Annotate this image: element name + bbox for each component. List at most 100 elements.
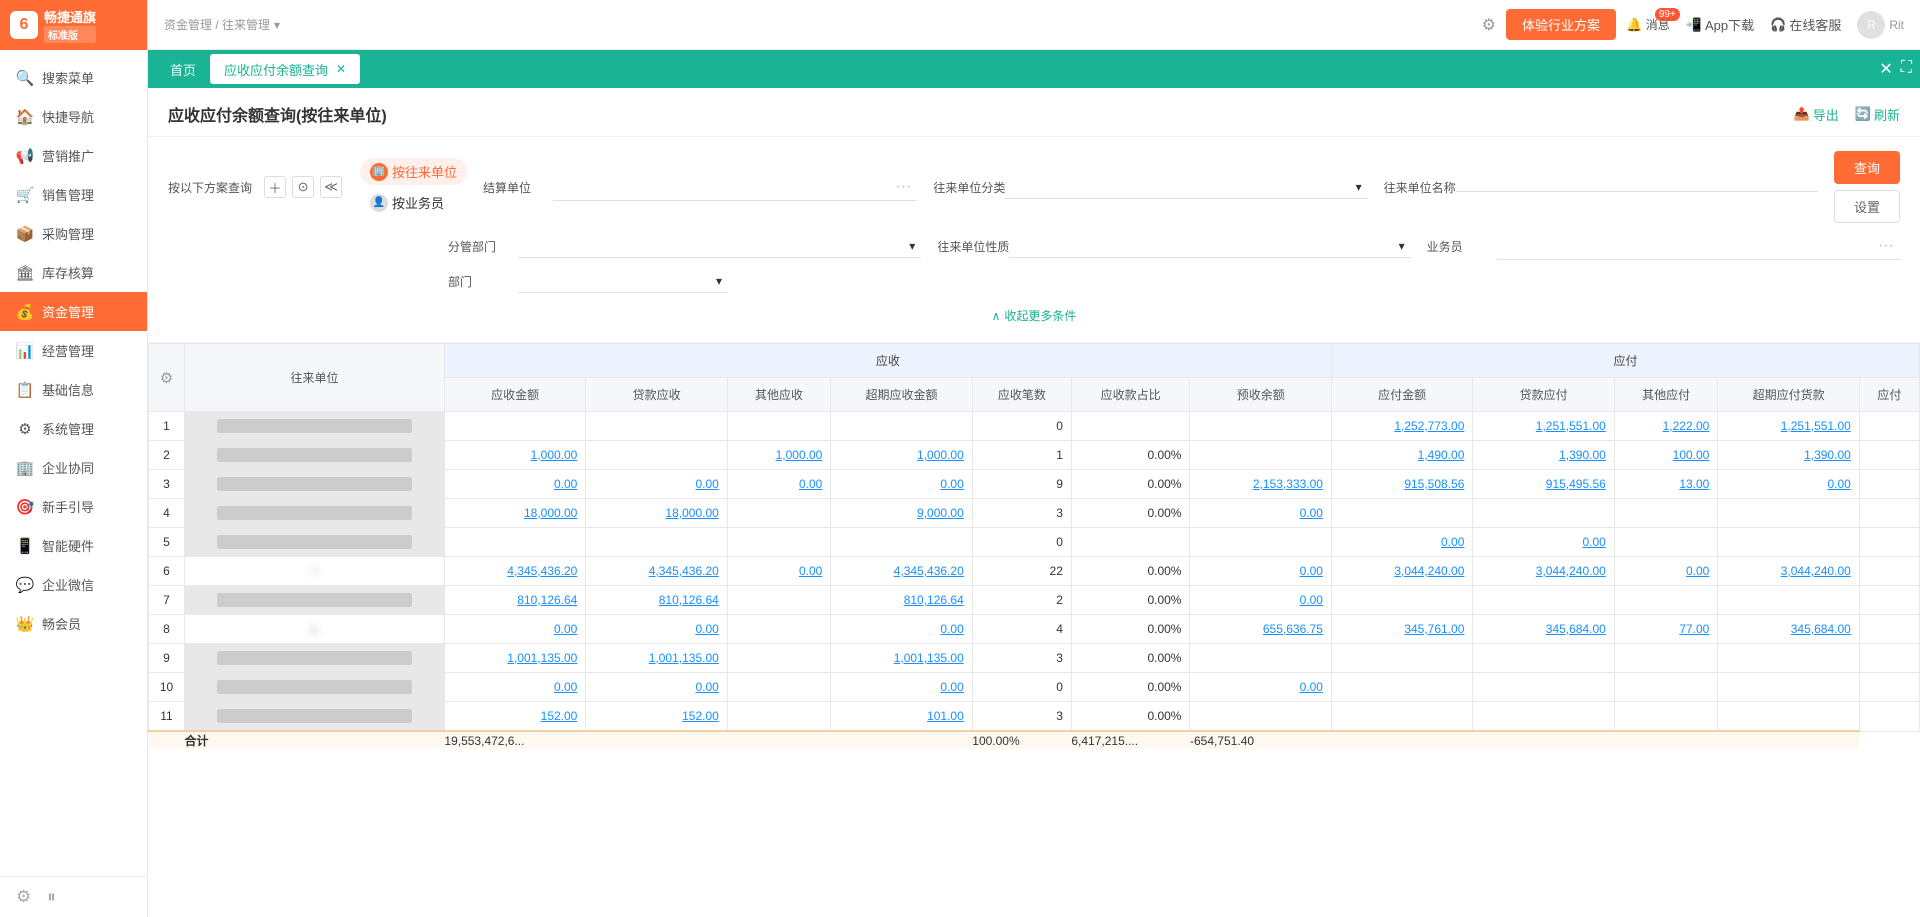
- cell-value[interactable]: 0.00: [1190, 499, 1331, 528]
- cell-value[interactable]: 0.00: [1718, 470, 1859, 499]
- sidebar-item-guide[interactable]: 🎯 新手引导: [0, 487, 147, 526]
- settlement-unit-input[interactable]: ···: [553, 174, 917, 201]
- cell-value[interactable]: 1,251,551.00: [1473, 412, 1614, 441]
- sidebar-item-hardware[interactable]: 📱 智能硬件: [0, 526, 147, 565]
- cell-value[interactable]: 0.00: [831, 615, 972, 644]
- sidebar-item-purchase[interactable]: 📦 采购管理: [0, 214, 147, 253]
- salesman-input[interactable]: ···: [1497, 233, 1900, 260]
- user-avatar[interactable]: R Rit: [1857, 11, 1904, 39]
- cell-value[interactable]: 1,252,773.00: [1331, 412, 1472, 441]
- cell-value[interactable]: 345,761.00: [1331, 615, 1472, 644]
- cell-value[interactable]: 810,126.64: [586, 586, 727, 615]
- cell-value[interactable]: 915,495.56: [1473, 470, 1614, 499]
- cell-value[interactable]: 810,126.64: [444, 586, 585, 615]
- add-scheme-button[interactable]: ＋: [264, 176, 286, 198]
- cell-value[interactable]: 9,000.00: [831, 499, 972, 528]
- cell-value[interactable]: 4,345,436.20: [444, 557, 585, 586]
- cell-value[interactable]: 4,345,436.20: [586, 557, 727, 586]
- sidebar-item-marketing[interactable]: 📢 营销推广: [0, 136, 147, 175]
- cell-value[interactable]: 0.00: [1190, 557, 1331, 586]
- cell-value[interactable]: 0.00: [1190, 586, 1331, 615]
- dept-select[interactable]: ▾: [518, 270, 728, 293]
- app-download-button[interactable]: 📲 App下载: [1686, 15, 1754, 34]
- cell-value[interactable]: 1,001,135.00: [444, 644, 585, 673]
- cell-value[interactable]: 101.00: [831, 702, 972, 732]
- sidebar-item-enterprise[interactable]: 🏢 企业协同: [0, 448, 147, 487]
- query-button[interactable]: 查询: [1834, 151, 1900, 184]
- cell-value[interactable]: 0.00: [1190, 673, 1331, 702]
- cell-value[interactable]: 0.00: [1473, 528, 1614, 557]
- cell-value[interactable]: 152.00: [444, 702, 585, 732]
- cell-value[interactable]: 1,490.00: [1331, 441, 1472, 470]
- cell-value[interactable]: 0.00: [444, 615, 585, 644]
- cell-value[interactable]: 77.00: [1614, 615, 1718, 644]
- cell-value[interactable]: 13.00: [1614, 470, 1718, 499]
- cell-value[interactable]: 0.00: [444, 470, 585, 499]
- cell-value[interactable]: 1,251,551.00: [1718, 412, 1859, 441]
- collapse-more-button[interactable]: ∧ 收起更多条件: [168, 303, 1900, 328]
- cell-value[interactable]: 4,345,436.20: [831, 557, 972, 586]
- cell-value[interactable]: 18,000.00: [586, 499, 727, 528]
- sidebar-item-basic[interactable]: 📋 基础信息: [0, 370, 147, 409]
- sidebar-item-inventory[interactable]: 🏛 库存核算: [0, 253, 147, 292]
- cell-value[interactable]: 0.00: [1331, 528, 1472, 557]
- sub-dept-select[interactable]: ▾: [518, 235, 921, 258]
- cell-value[interactable]: 1,000.00: [831, 441, 972, 470]
- cell-value[interactable]: 0.00: [444, 673, 585, 702]
- cell-value[interactable]: 1,000.00: [444, 441, 585, 470]
- online-service-button[interactable]: 🎧 在线客服: [1770, 15, 1841, 34]
- cta-button[interactable]: 体验行业方案: [1506, 9, 1616, 40]
- cell-value[interactable]: 1,000.00: [727, 441, 831, 470]
- tab-home[interactable]: 首页: [156, 54, 210, 84]
- cell-value[interactable]: 3,044,240.00: [1473, 557, 1614, 586]
- table-settings-header[interactable]: ⚙: [149, 344, 185, 412]
- collapse-scheme-button[interactable]: ≪: [320, 176, 342, 198]
- partner-nature-select[interactable]: ▾: [1009, 235, 1410, 258]
- footer-ar-total[interactable]: 19,553,472,6...: [444, 731, 585, 749]
- cell-value[interactable]: 0.00: [727, 470, 831, 499]
- cell-value[interactable]: 1,390.00: [1718, 441, 1859, 470]
- cell-value[interactable]: 1,222.00: [1614, 412, 1718, 441]
- cell-value[interactable]: 0.00: [831, 673, 972, 702]
- cell-value[interactable]: 152.00: [586, 702, 727, 732]
- filter-by-partner[interactable]: 🏢 按往来单位: [360, 158, 467, 185]
- cell-value[interactable]: 0.00: [586, 673, 727, 702]
- partner-name-input[interactable]: [1456, 183, 1818, 192]
- cell-value[interactable]: 915,508.56: [1331, 470, 1472, 499]
- cell-value[interactable]: 3,044,240.00: [1331, 557, 1472, 586]
- sidebar-item-search[interactable]: 🔍 搜索菜单: [0, 58, 147, 97]
- close-window-icon[interactable]: ✕: [1879, 59, 1892, 79]
- cell-value[interactable]: 0.00: [727, 557, 831, 586]
- cell-value[interactable]: 1,390.00: [1473, 441, 1614, 470]
- cell-value[interactable]: 18,000.00: [444, 499, 585, 528]
- export-button[interactable]: 📤 导出: [1794, 105, 1839, 124]
- maximize-icon[interactable]: ⛶: [1901, 59, 1912, 79]
- cell-value[interactable]: 655,636.75: [1190, 615, 1331, 644]
- sidebar-item-quicknav[interactable]: 🏠 快捷导航: [0, 97, 147, 136]
- gear-icon[interactable]: ⚙: [1482, 15, 1496, 35]
- sidebar-item-system[interactable]: ⚙ 系统管理: [0, 409, 147, 448]
- sidebar-item-member[interactable]: 👑 畅会员: [0, 604, 147, 643]
- cell-value[interactable]: 1,001,135.00: [831, 644, 972, 673]
- refresh-button[interactable]: 🔄 刷新: [1855, 105, 1900, 124]
- cell-value[interactable]: 345,684.00: [1473, 615, 1614, 644]
- cell-value[interactable]: 100.00: [1614, 441, 1718, 470]
- cell-value[interactable]: 810,126.64: [831, 586, 972, 615]
- sidebar-item-operation[interactable]: 📊 经营管理: [0, 331, 147, 370]
- breadcrumb-dropdown[interactable]: ▾: [274, 18, 280, 32]
- settings-button[interactable]: 设置: [1834, 190, 1900, 223]
- cell-value[interactable]: 0.00: [831, 470, 972, 499]
- tab-ar-ap[interactable]: 应收应付余额查询 ✕: [210, 54, 360, 84]
- cell-value[interactable]: 2,153,333.00: [1190, 470, 1331, 499]
- cell-value[interactable]: 0.00: [1614, 557, 1718, 586]
- filter-by-salesman[interactable]: 👤 按业务员: [360, 189, 467, 216]
- footer-ar-prepay[interactable]: 6,417,215....: [1071, 731, 1190, 749]
- notifications-button[interactable]: 🔔 消息 99+: [1626, 16, 1670, 33]
- settings-scheme-button[interactable]: ⊙: [292, 176, 314, 198]
- sidebar-item-finance[interactable]: 💰 资金管理: [0, 292, 147, 331]
- tab-close-icon[interactable]: ✕: [336, 62, 346, 76]
- cell-value[interactable]: 0.00: [586, 470, 727, 499]
- cell-value[interactable]: 345,684.00: [1718, 615, 1859, 644]
- cell-value[interactable]: 1,001,135.00: [586, 644, 727, 673]
- settings-bottom-icon[interactable]: ⚙: [16, 887, 31, 907]
